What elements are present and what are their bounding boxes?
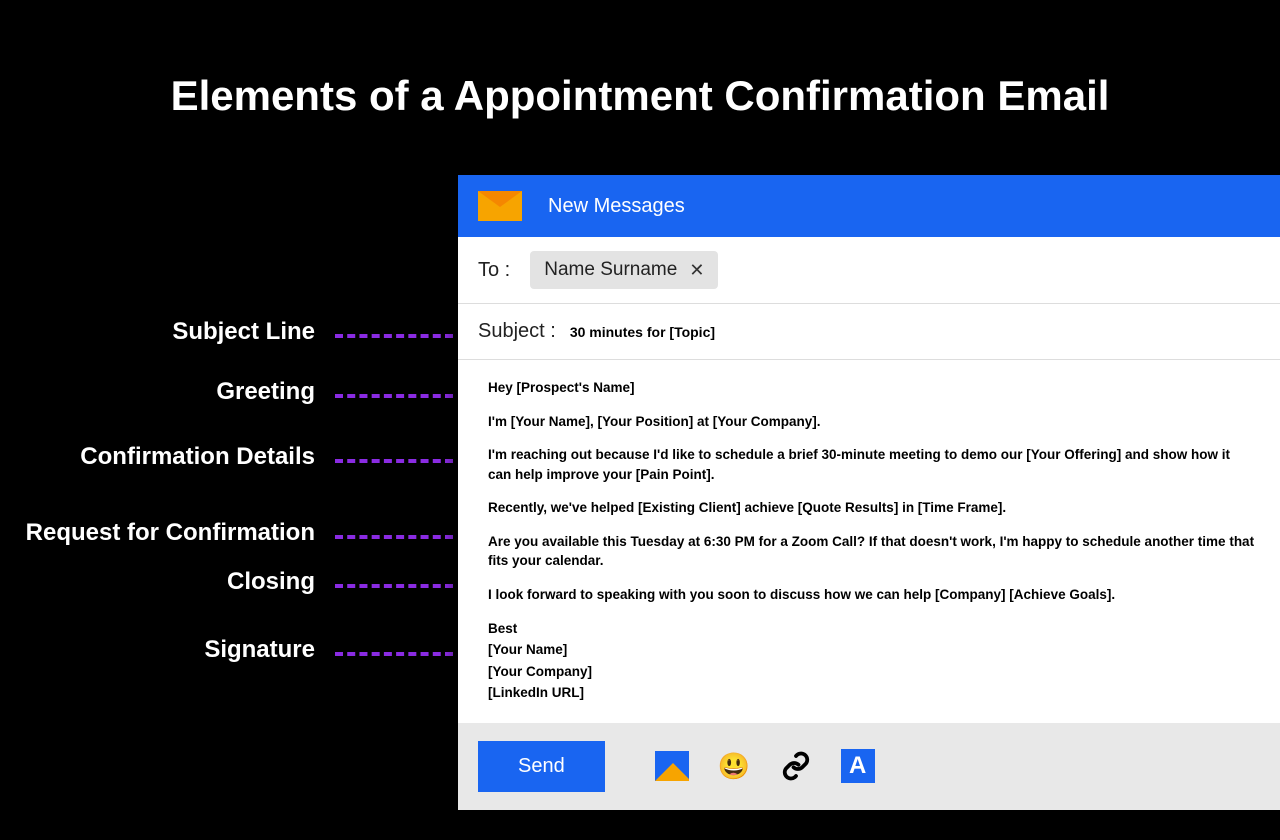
envelope-icon [478,191,522,221]
close-icon[interactable]: ✕ [689,260,704,281]
email-body[interactable]: Hey [Prospect's Name] I'm [Your Name], [… [458,360,1280,723]
emoji-icon[interactable]: 😃 [717,751,751,781]
compose-window: New Messages To : Name Surname ✕ Subject… [458,175,1280,810]
compose-footer: Send 😃 A [458,723,1280,810]
body-signoff-4: [LinkedIn URL] [488,683,1256,703]
subject-value[interactable]: 30 minutes for [Topic] [570,324,715,340]
connector-request-confirmation [335,535,453,539]
subject-row: Subject : 30 minutes for [Topic] [458,304,1280,360]
connector-confirmation-details [335,459,453,463]
compose-title: New Messages [548,195,685,218]
body-closing: I look forward to speaking with you soon… [488,585,1256,605]
to-row: To : Name Surname ✕ [458,237,1280,304]
label-closing: Closing [227,568,315,596]
recipient-chip-text: Name Surname [544,259,677,281]
label-greeting: Greeting [216,378,315,406]
to-label: To : [478,259,510,282]
label-request-confirmation: Request for Confirmation [26,519,315,547]
compose-header: New Messages [458,175,1280,237]
insert-image-icon[interactable] [655,751,689,781]
connector-closing [335,584,453,588]
body-signoff-1: Best [488,619,1256,639]
body-signoff-3: [Your Company] [488,662,1256,682]
recipient-chip[interactable]: Name Surname ✕ [530,251,718,289]
body-request: Are you available this Tuesday at 6:30 P… [488,532,1256,571]
text-format-icon[interactable]: A [841,749,875,783]
label-subject-line: Subject Line [172,318,315,346]
connector-signature [335,652,453,656]
attachment-icon[interactable] [779,751,813,781]
body-proof: Recently, we've helped [Existing Client]… [488,498,1256,518]
toolbar-icons: 😃 A [655,749,875,783]
subject-label: Subject : [478,320,556,343]
connector-subject-line [335,334,453,338]
diagram-stage: Subject Line Greeting Confirmation Detai… [0,0,1280,840]
label-signature: Signature [204,636,315,664]
send-button[interactable]: Send [478,741,605,792]
body-signoff-2: [Your Name] [488,640,1256,660]
body-intro: I'm [Your Name], [Your Position] at [You… [488,412,1256,432]
label-confirmation-details: Confirmation Details [80,443,315,471]
body-details: I'm reaching out because I'd like to sch… [488,445,1256,484]
connector-greeting [335,394,453,398]
body-greeting: Hey [Prospect's Name] [488,378,1256,398]
